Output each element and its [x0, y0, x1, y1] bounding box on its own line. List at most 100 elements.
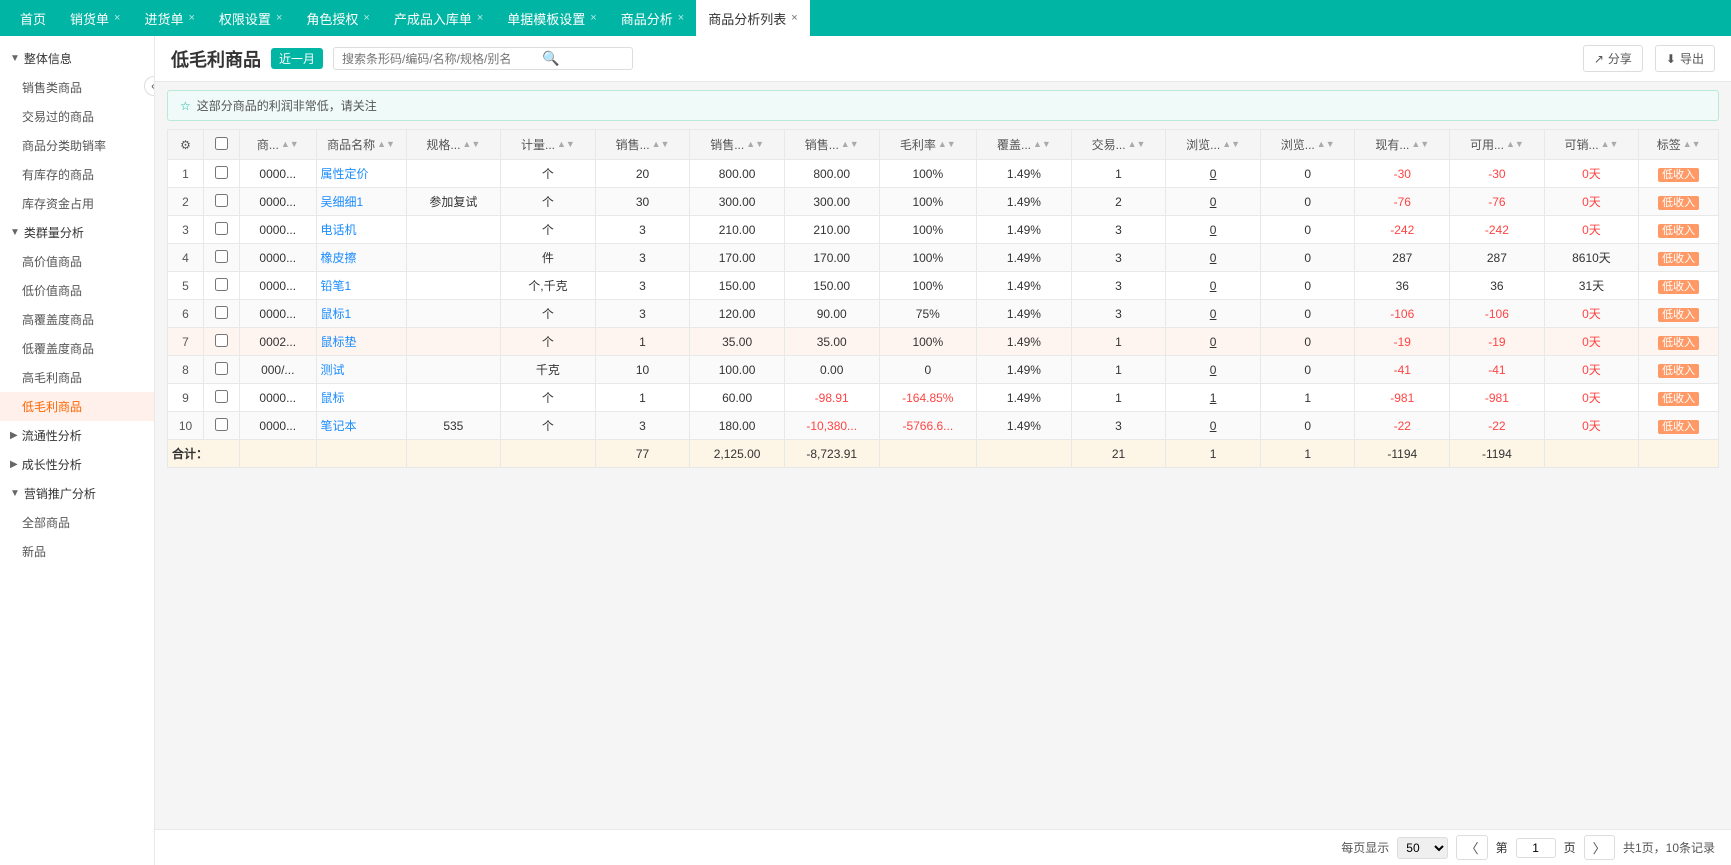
cell-name[interactable]: 笔记本 — [316, 412, 406, 440]
cell-name[interactable]: 铅笔1 — [316, 272, 406, 300]
sidebar-item-high-margin[interactable]: 高毛利商品 — [0, 363, 154, 392]
select-all-checkbox[interactable] — [215, 137, 228, 150]
close-icon[interactable]: × — [363, 12, 369, 24]
nav-product-entry[interactable]: 产成品入库单 × — [382, 0, 495, 36]
th-current[interactable]: 现有...▲▼ — [1355, 130, 1450, 160]
row-checkbox[interactable] — [215, 222, 228, 235]
close-icon[interactable]: × — [276, 12, 282, 24]
th-available[interactable]: 可用...▲▼ — [1450, 130, 1545, 160]
nav-role-auth[interactable]: 角色授权 × — [294, 0, 381, 36]
close-icon[interactable]: × — [791, 12, 797, 24]
sidebar-item-high-value[interactable]: 高价值商品 — [0, 247, 154, 276]
sidebar-item-sales-goods[interactable]: 销售类商品 — [0, 73, 154, 102]
cell-checkbox[interactable] — [204, 384, 240, 412]
nav-permissions[interactable]: 权限设置 × — [207, 0, 294, 36]
row-checkbox[interactable] — [215, 362, 228, 375]
sidebar-item-low-coverage[interactable]: 低覆盖度商品 — [0, 334, 154, 363]
export-button[interactable]: ⬇ 导出 — [1655, 45, 1715, 72]
th-name[interactable]: 商品名称▲▼ — [316, 130, 406, 160]
cell-browse1[interactable]: 0 — [1166, 188, 1261, 216]
cell-checkbox[interactable] — [204, 160, 240, 188]
sidebar-item-traded-goods[interactable]: 交易过的商品 — [0, 102, 154, 131]
close-icon[interactable]: × — [477, 12, 483, 24]
prev-page-button[interactable]: 〈 — [1456, 835, 1487, 860]
th-saleable[interactable]: 可销...▲▼ — [1544, 130, 1639, 160]
th-sales-qty[interactable]: 销售...▲▼ — [595, 130, 690, 160]
search-input[interactable] — [342, 52, 542, 66]
cell-checkbox[interactable] — [204, 244, 240, 272]
nav-home[interactable]: 首页 — [8, 0, 58, 36]
th-gross-rate[interactable]: 毛利率▲▼ — [879, 130, 977, 160]
table-container[interactable]: ⚙ 商...▲▼ 商品名称▲▼ 规格...▲▼ 计量...▲▼ 销售...▲▼ … — [155, 129, 1731, 829]
sidebar-item-in-stock[interactable]: 有库存的商品 — [0, 160, 154, 189]
row-checkbox[interactable] — [215, 194, 228, 207]
cell-name[interactable]: 吴细细1 — [316, 188, 406, 216]
th-browse1[interactable]: 浏览...▲▼ — [1166, 130, 1261, 160]
row-checkbox[interactable] — [215, 166, 228, 179]
cell-browse1[interactable]: 0 — [1166, 328, 1261, 356]
th-trade[interactable]: 交易...▲▼ — [1071, 130, 1166, 160]
search-icon[interactable]: 🔍 — [542, 50, 559, 67]
th-settings[interactable]: ⚙ — [168, 130, 204, 160]
cell-checkbox[interactable] — [204, 188, 240, 216]
nav-template-settings[interactable]: 单据模板设置 × — [495, 0, 608, 36]
cell-browse1[interactable]: 0 — [1166, 356, 1261, 384]
cell-name[interactable]: 鼠标 — [316, 384, 406, 412]
row-checkbox[interactable] — [215, 334, 228, 347]
row-checkbox[interactable] — [215, 390, 228, 403]
sidebar-group-circulation[interactable]: ▶ 流通性分析 — [0, 421, 154, 450]
row-checkbox[interactable] — [215, 250, 228, 263]
settings-icon[interactable]: ⚙ — [180, 138, 191, 152]
sidebar-group-overview[interactable]: ▼ 整体信息 — [0, 44, 154, 73]
nav-goods-analysis-list[interactable]: 商品分析列表 × — [696, 0, 809, 36]
cell-checkbox[interactable] — [204, 328, 240, 356]
th-sales-amount[interactable]: 销售...▲▼ — [784, 130, 879, 160]
sidebar-item-low-margin[interactable]: 低毛利商品 — [0, 392, 154, 421]
sidebar-group-growth[interactable]: ▶ 成长性分析 — [0, 450, 154, 479]
cell-browse1[interactable]: 0 — [1166, 244, 1261, 272]
th-code[interactable]: 商...▲▼ — [240, 130, 317, 160]
th-sales-price[interactable]: 销售...▲▼ — [690, 130, 785, 160]
cell-checkbox[interactable] — [204, 272, 240, 300]
cell-browse1[interactable]: 0 — [1166, 412, 1261, 440]
cell-name[interactable]: 鼠标垫 — [316, 328, 406, 356]
cell-name[interactable]: 属性定价 — [316, 160, 406, 188]
row-checkbox[interactable] — [215, 306, 228, 319]
close-icon[interactable]: × — [678, 12, 684, 24]
cell-browse1[interactable]: 0 — [1166, 300, 1261, 328]
sidebar-item-low-value[interactable]: 低价值商品 — [0, 276, 154, 305]
th-tag[interactable]: 标签▲▼ — [1639, 130, 1719, 160]
share-button[interactable]: ↗ 分享 — [1583, 45, 1643, 72]
th-unit[interactable]: 计量...▲▼ — [501, 130, 596, 160]
cell-browse1[interactable]: 0 — [1166, 272, 1261, 300]
sidebar-item-high-coverage[interactable]: 高覆盖度商品 — [0, 305, 154, 334]
th-coverage[interactable]: 覆盖...▲▼ — [977, 130, 1072, 160]
cell-browse1[interactable]: 0 — [1166, 216, 1261, 244]
row-checkbox[interactable] — [215, 418, 228, 431]
per-page-select[interactable]: 50 100 200 — [1397, 837, 1448, 859]
cell-checkbox[interactable] — [204, 300, 240, 328]
th-browse2[interactable]: 浏览...▲▼ — [1260, 130, 1355, 160]
nav-sales[interactable]: 销货单 × — [58, 0, 132, 36]
cell-name[interactable]: 测试 — [316, 356, 406, 384]
cell-checkbox[interactable] — [204, 412, 240, 440]
sidebar-item-category-rate[interactable]: 商品分类助销率 — [0, 131, 154, 160]
nav-goods-analysis[interactable]: 商品分析 × — [609, 0, 696, 36]
sidebar-item-all-goods[interactable]: 全部商品 — [0, 508, 154, 537]
cell-name[interactable]: 电话机 — [316, 216, 406, 244]
close-icon[interactable]: × — [590, 12, 596, 24]
next-page-button[interactable]: 〉 — [1584, 835, 1615, 860]
cell-browse1[interactable]: 1 — [1166, 384, 1261, 412]
close-icon[interactable]: × — [114, 12, 120, 24]
sidebar-item-new-goods[interactable]: 新品 — [0, 537, 154, 566]
sidebar-group-cluster[interactable]: ▼ 类群量分析 — [0, 218, 154, 247]
page-input[interactable] — [1516, 838, 1556, 858]
nav-purchase[interactable]: 进货单 × — [132, 0, 206, 36]
cell-name[interactable]: 橡皮擦 — [316, 244, 406, 272]
time-filter-button[interactable]: 近一月 — [271, 48, 323, 69]
cell-checkbox[interactable] — [204, 356, 240, 384]
th-spec[interactable]: 规格...▲▼ — [406, 130, 501, 160]
cell-checkbox[interactable] — [204, 216, 240, 244]
row-checkbox[interactable] — [215, 278, 228, 291]
close-icon[interactable]: × — [188, 12, 194, 24]
